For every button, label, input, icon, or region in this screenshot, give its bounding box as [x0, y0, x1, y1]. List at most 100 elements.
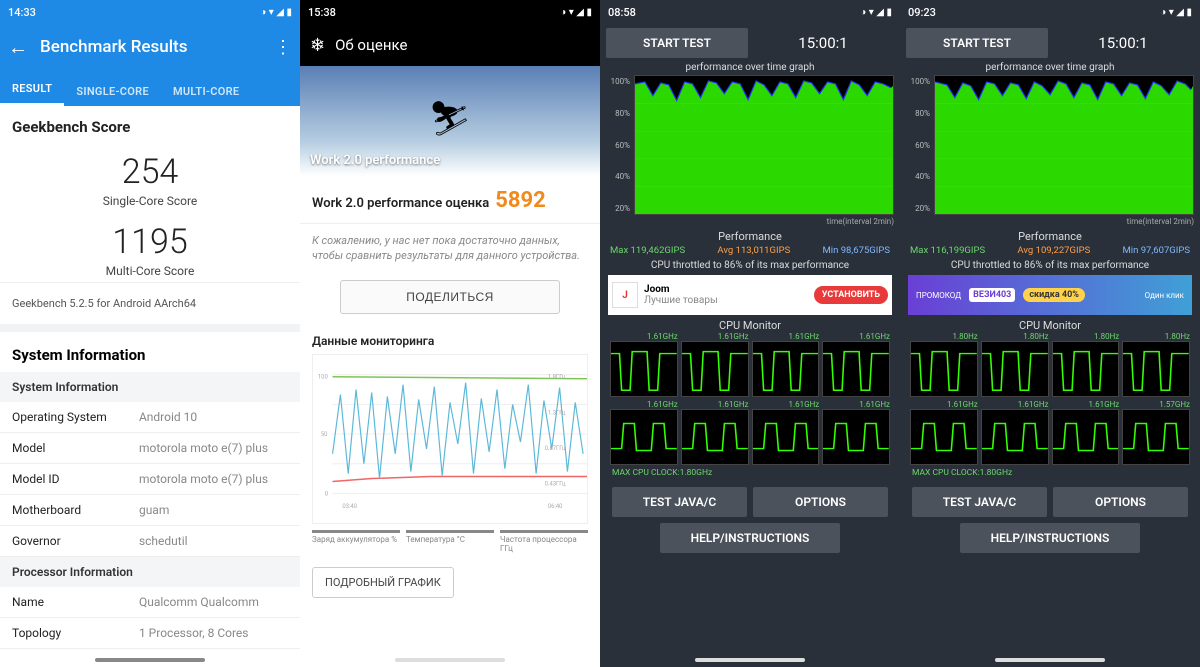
- row-value: Android 10: [139, 410, 197, 424]
- ad-banner[interactable]: ПРОМОКОД ВЕЗИ403 скидка 40% Один клик: [908, 275, 1192, 315]
- legend-battery: Заряд аккумулятора %: [312, 530, 400, 553]
- tab-multi-core[interactable]: MULTI-CORE: [161, 85, 251, 106]
- page-title: Benchmark Results: [40, 37, 262, 57]
- cpu-core-graph: [910, 341, 978, 397]
- system-info-heading: System Information: [0, 332, 300, 372]
- options-button[interactable]: OPTIONS: [1053, 487, 1188, 517]
- x-axis-label: time(interval 2min): [606, 217, 894, 226]
- status-time: 15:38: [308, 6, 336, 19]
- row-key: Topology: [12, 626, 139, 640]
- cpu-monitor-heading: CPU Monitor: [906, 319, 1194, 332]
- legend-temperature: Температура °C: [406, 530, 494, 553]
- svg-text:100: 100: [318, 374, 328, 380]
- nav-handle[interactable]: [395, 658, 505, 662]
- ad-cta: Один клик: [1145, 291, 1184, 300]
- graph-label: performance over time graph: [906, 62, 1194, 73]
- test-java-c-button[interactable]: TEST JAVA/C: [612, 487, 747, 517]
- monitoring-chart[interactable]: 100500 1.8ГГц1.3ГГц 0.87ГГц0.43ГГц 03:40…: [312, 354, 588, 524]
- multi-core-label: Multi-Core Score: [0, 264, 300, 278]
- status-time: 14:33: [8, 6, 36, 19]
- status-time: 09:23: [908, 6, 936, 19]
- tab-single-core[interactable]: SINGLE-CORE: [64, 85, 161, 106]
- svg-text:1.8ГГц: 1.8ГГц: [548, 374, 566, 380]
- start-test-button[interactable]: START TEST: [606, 28, 748, 58]
- stat-max: Max 116,199GIPS: [910, 245, 985, 256]
- nav-handle[interactable]: [695, 658, 805, 662]
- cpu-core-graph: [1052, 409, 1120, 465]
- svg-text:0: 0: [325, 491, 328, 497]
- share-button[interactable]: ПОДЕЛИТЬСЯ: [340, 280, 560, 314]
- graph-label: performance over time graph: [606, 62, 894, 73]
- performance-graph[interactable]: [934, 75, 1194, 215]
- status-icons: ◑ ▾ ◢ ▮: [560, 7, 592, 18]
- info-row: Governorschedutil: [0, 526, 300, 557]
- cpu-core-graph: [981, 341, 1049, 397]
- nav-bar: [900, 653, 1200, 667]
- hero-caption: Work 2.0 performance: [310, 153, 440, 168]
- status-bar: 15:38 ◑ ▾ ◢ ▮: [300, 0, 600, 24]
- timer-display: 15:00:1: [1052, 34, 1194, 52]
- version-label: Geekbench 5.2.5 for Android AArch64: [0, 282, 300, 332]
- info-row: NameQualcomm Qualcomm: [0, 587, 300, 618]
- help-button[interactable]: HELP/INSTRUCTIONS: [960, 523, 1140, 553]
- score-heading: Geekbench Score: [0, 106, 300, 142]
- row-value: guam: [139, 503, 169, 517]
- performance-graph[interactable]: [634, 75, 894, 215]
- row-value: motorola moto e(7) plus: [139, 472, 268, 486]
- ad-install-button[interactable]: УСТАНОВИТЬ: [814, 286, 888, 304]
- info-row: Model IDmotorola moto e(7) plus: [0, 464, 300, 495]
- cpu-core-graph: [1052, 341, 1120, 397]
- page-title: Об оценке: [335, 36, 407, 54]
- ad-banner[interactable]: J JoomЛучшие товары УСТАНОВИТЬ: [608, 275, 892, 315]
- performance-heading: Performance: [606, 230, 894, 243]
- tabs: RESULT SINGLE-CORE MULTI-CORE: [0, 70, 300, 106]
- score-value: 5892: [495, 188, 546, 213]
- row-value: 1 Processor, 8 Cores: [139, 626, 249, 640]
- more-icon[interactable]: ⋮: [274, 37, 292, 58]
- performance-heading: Performance: [906, 230, 1194, 243]
- chart-legend: Заряд аккумулятора % Температура °C Част…: [300, 524, 600, 559]
- cpu-core-graph: [822, 341, 890, 397]
- nav-bar: [300, 653, 600, 667]
- cpu-core-graph: [681, 409, 749, 465]
- tab-result[interactable]: RESULT: [0, 82, 64, 106]
- ad-promo-code: ВЕЗИ403: [969, 288, 1015, 302]
- options-button[interactable]: OPTIONS: [753, 487, 888, 517]
- back-icon[interactable]: ←: [8, 35, 28, 60]
- start-test-button[interactable]: START TEST: [906, 28, 1048, 58]
- row-value: motorola moto e(7) plus: [139, 441, 268, 455]
- detailed-chart-button[interactable]: ПОДРОБНЫЙ ГРАФИК: [312, 567, 454, 598]
- cpu-core-graph: [681, 341, 749, 397]
- row-key: Model: [12, 441, 139, 455]
- hero-image: ⛷ Work 2.0 performance: [300, 66, 600, 176]
- timer-display: 15:00:1: [752, 34, 894, 52]
- status-bar: 14:33 ◑ ▾ ◢ ▮: [0, 0, 300, 24]
- ad-discount-pill: скидка 40%: [1023, 288, 1085, 302]
- y-axis: 100%80%60%40%20%: [906, 75, 932, 215]
- cpu-freq-label: 1.61GHz: [610, 332, 678, 341]
- row-key: Operating System: [12, 410, 139, 424]
- ad-promo-label: ПРОМОКОД: [916, 291, 961, 300]
- cpu-core-graph: [910, 409, 978, 465]
- cpu-core-graph: [981, 409, 1049, 465]
- stat-avg: Avg 113,011GIPS: [717, 245, 790, 256]
- svg-text:06:40: 06:40: [548, 504, 563, 510]
- row-key: Motherboard: [12, 503, 139, 517]
- max-cpu-clock: MAX CPU CLOCK:1.80GHz: [606, 465, 894, 481]
- processor-info-subheading: Processor Information: [0, 557, 300, 587]
- svg-text:50: 50: [321, 432, 328, 438]
- row-value: Qualcomm Qualcomm: [139, 595, 259, 609]
- ad-brand: Joom: [644, 284, 718, 295]
- nav-handle[interactable]: [995, 658, 1105, 662]
- x-axis-label: time(interval 2min): [906, 217, 1194, 226]
- nav-handle[interactable]: [95, 658, 205, 662]
- single-core-score: 254: [0, 152, 300, 192]
- legend-cpu-freq: Частота процессора ГГц: [500, 530, 588, 553]
- help-button[interactable]: HELP/INSTRUCTIONS: [660, 523, 840, 553]
- cpu-core-graph: [1122, 409, 1190, 465]
- y-axis: 100%80%60%40%20%: [606, 75, 632, 215]
- stat-avg: Avg 109,227GIPS: [1017, 245, 1090, 256]
- stat-min: Min 97,607GIPS: [1123, 245, 1190, 256]
- row-key: Name: [12, 595, 139, 609]
- test-java-c-button[interactable]: TEST JAVA/C: [912, 487, 1047, 517]
